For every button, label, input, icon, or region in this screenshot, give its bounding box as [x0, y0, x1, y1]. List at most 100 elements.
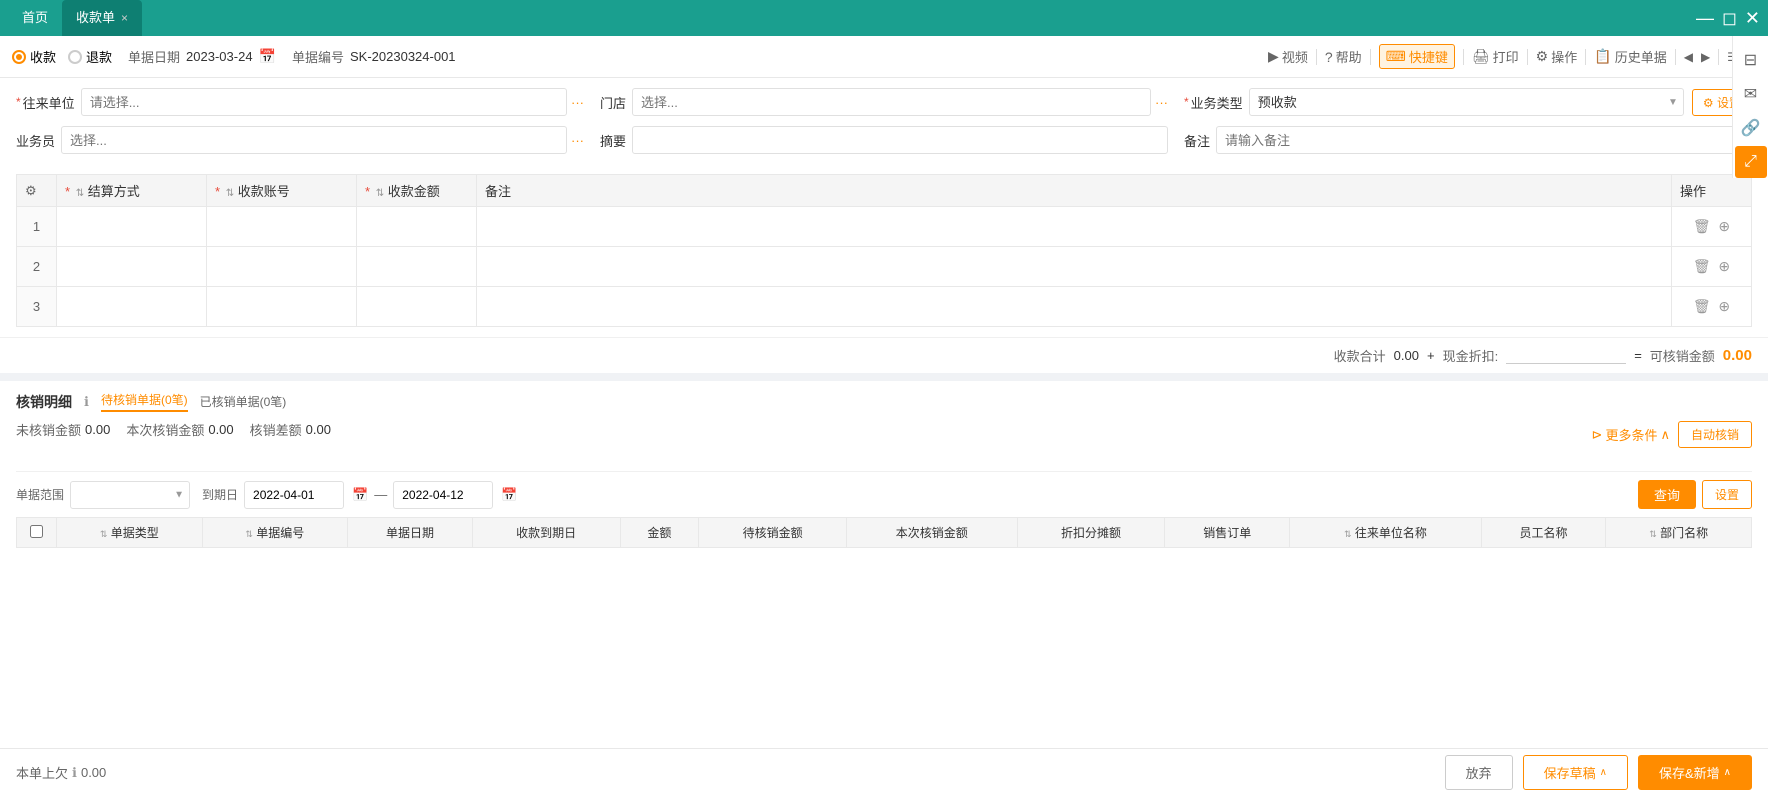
- row-2-delete-icon[interactable]: 🗑: [1693, 258, 1711, 274]
- row-1-note[interactable]: [477, 207, 1672, 247]
- operation-action[interactable]: ⚙ 操作: [1536, 47, 1578, 66]
- row-3-settle[interactable]: [57, 287, 207, 327]
- store-input[interactable]: [632, 88, 1151, 116]
- staff-more-icon[interactable]: ···: [571, 133, 584, 148]
- right-sidebar: ⊟ ✉ 🔗 ⤢: [1732, 36, 1768, 178]
- store-more-icon[interactable]: ···: [1155, 95, 1168, 110]
- row-3-copy-icon[interactable]: ⊕: [1718, 298, 1730, 314]
- nav-tab-receipt[interactable]: 收款单 ×: [62, 0, 142, 36]
- business-select[interactable]: 预收款: [1249, 88, 1684, 116]
- date-to-calendar-icon[interactable]: 📅: [501, 487, 517, 503]
- row-1-settle[interactable]: [57, 207, 207, 247]
- video-action[interactable]: ▶ 视频: [1268, 47, 1308, 66]
- row-2-amount[interactable]: [357, 247, 477, 287]
- select-all-checkbox[interactable]: [30, 525, 43, 538]
- staff-label: 业务员: [16, 131, 55, 150]
- total-label: 收款合计: [1334, 346, 1386, 365]
- row-3-amount[interactable]: [357, 287, 477, 327]
- col-partner-header: ⇅ 往来单位名称: [1290, 518, 1482, 548]
- date-to-input[interactable]: [393, 481, 493, 509]
- history-action[interactable]: 📋 历史单据: [1594, 47, 1666, 66]
- date-icon[interactable]: 📅: [259, 48, 276, 65]
- footer-action-buttons: 放弃 保存草稿 ∧ 保存&新增 ∧: [1445, 755, 1752, 790]
- summary-group: 摘要: [600, 126, 1168, 154]
- store-label: 门店: [600, 93, 626, 112]
- row-3-note[interactable]: [477, 287, 1672, 327]
- filter-setting-button[interactable]: 设置: [1702, 480, 1752, 509]
- row-2-copy-icon[interactable]: ⊕: [1718, 258, 1730, 274]
- sort-icon: ⇅: [76, 188, 84, 199]
- hexiao-info-icon[interactable]: ℹ: [84, 394, 89, 410]
- row-2-settle[interactable]: [57, 247, 207, 287]
- nav-prev-icon[interactable]: ◀: [1684, 50, 1693, 64]
- date-value[interactable]: 2023-03-24: [186, 49, 253, 64]
- date-filter-group: 到期日 📅 — 📅: [202, 481, 517, 509]
- row-2-note[interactable]: [477, 247, 1672, 287]
- date-from-input[interactable]: [244, 481, 344, 509]
- table-row: 2 🗑 ⊕: [17, 247, 1752, 287]
- print-action[interactable]: 🖨 打印: [1472, 47, 1519, 66]
- auto-hexiao-button[interactable]: 自动核销: [1678, 421, 1752, 448]
- row-1-copy-icon[interactable]: ⊕: [1718, 218, 1730, 234]
- remark-input[interactable]: [1216, 126, 1752, 154]
- row-1-delete-icon[interactable]: 🗑: [1693, 218, 1711, 234]
- row-2-account[interactable]: [207, 247, 357, 287]
- table-row: 1 🗑 ⊕: [17, 207, 1752, 247]
- partner-input[interactable]: [81, 88, 567, 116]
- stat-unverified: 未核销金额 0.00: [16, 420, 110, 439]
- help-action[interactable]: ? 帮助: [1325, 47, 1362, 66]
- range-select[interactable]: [70, 481, 190, 509]
- section-divider: [0, 373, 1768, 381]
- settings-gear-icon[interactable]: ⚙: [25, 183, 37, 198]
- verifiable-value: 0.00: [1723, 347, 1752, 364]
- minimize-icon[interactable]: —: [1696, 8, 1714, 29]
- filter-icon: ⊳: [1592, 427, 1603, 443]
- sidebar-expand-icon[interactable]: ⤢: [1735, 146, 1767, 178]
- tab-done[interactable]: 已核销单据(0笔): [200, 393, 287, 410]
- close-icon[interactable]: ✕: [1745, 8, 1760, 29]
- toolbar-actions: ▶ 视频 ? 帮助 ⌨ 快捷键 🖨 打印 ⚙ 操作: [1268, 44, 1756, 69]
- sidebar-table-icon[interactable]: ⊟: [1735, 44, 1767, 76]
- partner-more-icon[interactable]: ···: [571, 95, 584, 110]
- remark-group: 备注: [1184, 126, 1752, 154]
- shortcut-action[interactable]: ⌨ 快捷键: [1379, 44, 1455, 69]
- partner-group: * 往来单位 ···: [16, 88, 584, 116]
- store-group: 门店 ···: [600, 88, 1168, 116]
- footer-info-value: 0.00: [81, 765, 106, 780]
- table-section: ⚙ ⇅ 结算方式 ⇅ 收款账号 ⇅ 收款金额 备注: [0, 174, 1768, 337]
- row-1-amount[interactable]: [357, 207, 477, 247]
- col-settings-header[interactable]: ⚙: [17, 175, 57, 207]
- nav-next-icon[interactable]: ▶: [1701, 50, 1710, 64]
- save-new-button[interactable]: 保存&新增 ∧: [1638, 755, 1752, 790]
- footer-info-icon[interactable]: ℹ: [72, 765, 77, 781]
- main-area: 收款 退款 单据日期 2023-03-24 📅 单据编号 SK-20230324…: [0, 36, 1768, 796]
- tab-pending[interactable]: 待核销单据(0笔): [101, 391, 188, 412]
- tab-close-icon[interactable]: ×: [121, 0, 128, 36]
- query-button[interactable]: 查询: [1638, 480, 1696, 509]
- shortcut-label: 快捷键: [1409, 47, 1448, 66]
- sidebar-link-icon[interactable]: 🔗: [1735, 112, 1767, 144]
- row-3-account[interactable]: [207, 287, 357, 327]
- number-label: 单据编号: [292, 47, 344, 66]
- radio-receive[interactable]: 收款: [12, 47, 56, 66]
- history-icon: 📋: [1594, 48, 1611, 65]
- hexiao-section: 核销明细 ℹ 待核销单据(0笔) 已核销单据(0笔) 未核销金额 0.00 本次…: [0, 381, 1768, 558]
- col-account-header: ⇅ 收款账号: [207, 175, 357, 207]
- business-select-wrapper: 预收款 ▼: [1249, 88, 1684, 116]
- restore-icon[interactable]: ◻: [1722, 8, 1737, 29]
- row-1-actions: 🗑 ⊕: [1672, 207, 1752, 247]
- more-filter-btn[interactable]: ⊳ 更多条件 ∧: [1592, 425, 1670, 444]
- summary-input[interactable]: [632, 126, 1168, 154]
- discount-input[interactable]: [1506, 348, 1626, 364]
- radio-refund[interactable]: 退款: [68, 47, 112, 66]
- date-from-calendar-icon[interactable]: 📅: [352, 487, 368, 503]
- nav-home[interactable]: 首页: [8, 0, 62, 36]
- sidebar-mail-icon[interactable]: ✉: [1735, 78, 1767, 110]
- abandon-button[interactable]: 放弃: [1445, 755, 1513, 790]
- summary-row: 收款合计 0.00 + 现金折扣: = 可核销金额 0.00: [0, 337, 1768, 373]
- row-3-delete-icon[interactable]: 🗑: [1693, 298, 1711, 314]
- col-type-header: ⇅ 单据类型: [57, 518, 203, 548]
- staff-input[interactable]: [61, 126, 567, 154]
- row-1-account[interactable]: [207, 207, 357, 247]
- save-draft-button[interactable]: 保存草稿 ∧: [1523, 755, 1628, 790]
